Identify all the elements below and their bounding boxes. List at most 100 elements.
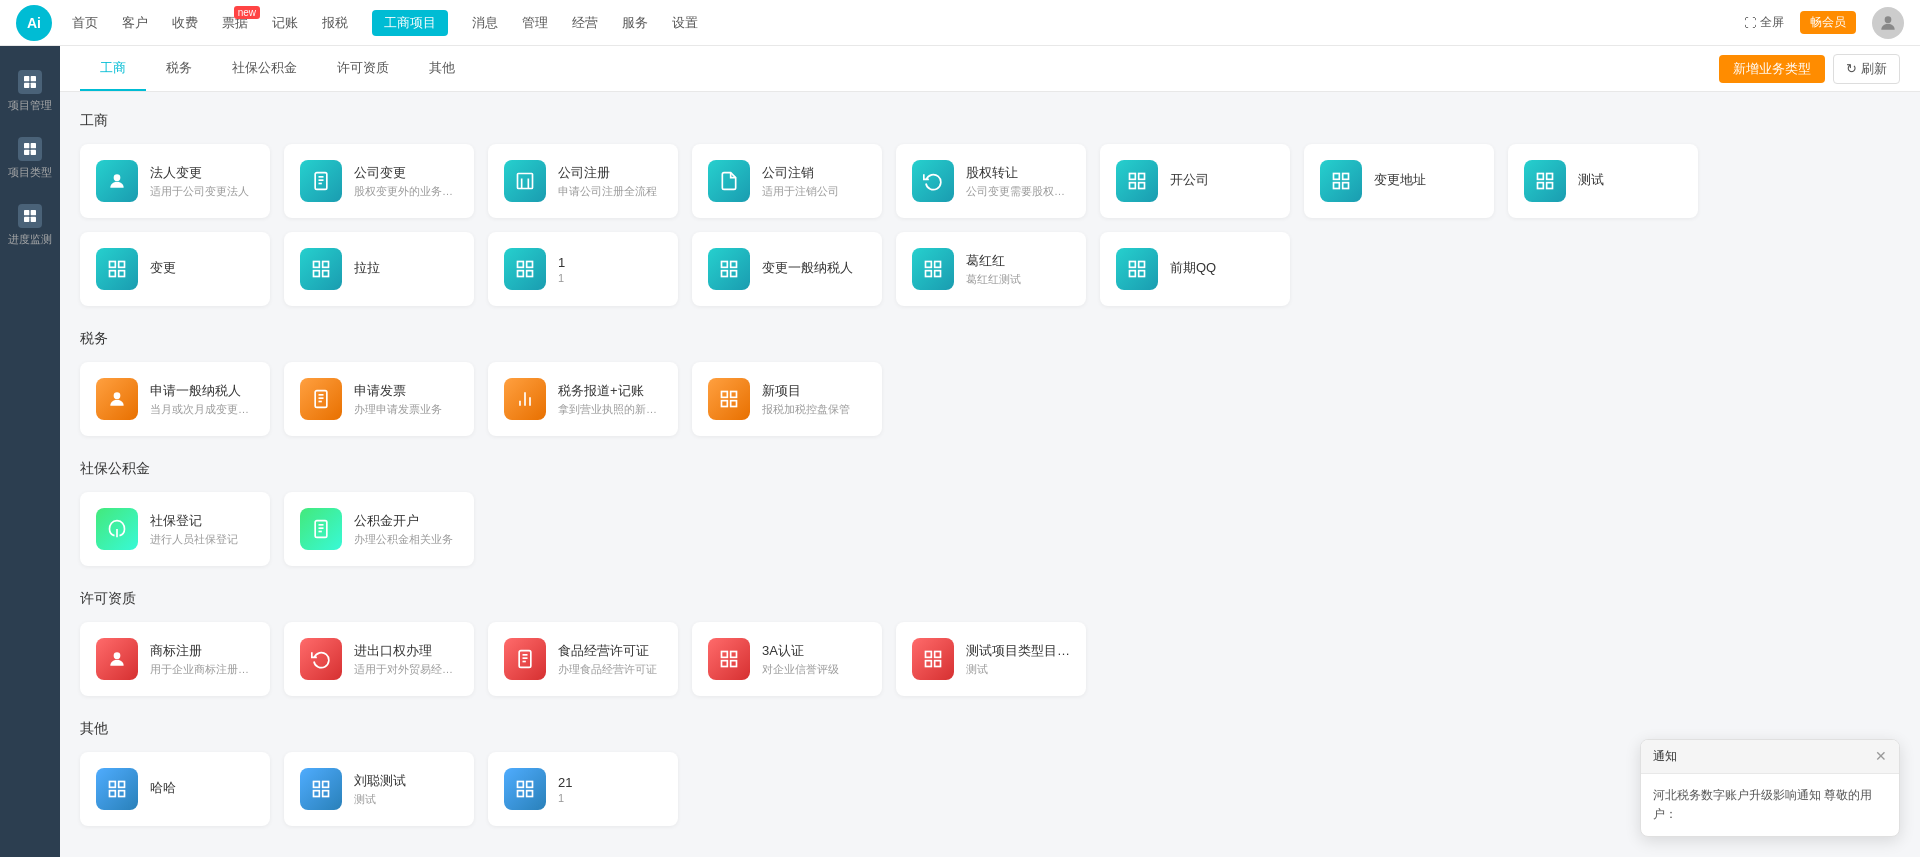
svg-rect-53 (1130, 262, 1136, 268)
fullscreen-icon: ⛶ (1744, 16, 1756, 30)
card-shebao-0[interactable]: 社保登记进行人员社保登记 (80, 492, 270, 566)
svg-rect-25 (1334, 174, 1340, 180)
card-icon-xuke-4 (912, 638, 954, 680)
card-gongshang-5[interactable]: 开公司 (1100, 144, 1290, 218)
svg-rect-68 (731, 401, 737, 407)
card-xuke-2[interactable]: 食品经营许可证办理食品经营许可证 (488, 622, 678, 696)
nav-item-客户[interactable]: 客户 (122, 14, 148, 32)
tab-1[interactable]: 税务 (146, 47, 212, 91)
chat-close-icon[interactable]: ✕ (1875, 748, 1887, 764)
nav-item-服务[interactable]: 服务 (622, 14, 648, 32)
vip-btn[interactable]: 畅会员 (1800, 11, 1856, 34)
card-info-gongshang-2: 公司注册申请公司注册全流程 (558, 164, 662, 199)
svg-rect-10 (31, 210, 36, 215)
svg-rect-8 (31, 150, 36, 155)
card-name-gongshang-8: 变更 (150, 259, 254, 277)
nav-items: 首页 客户 收费 票据new 记账 报税 工商项目 消息 管理 经营 服务 设置 (72, 10, 1744, 36)
card-icon-gongshang-5 (1116, 160, 1158, 202)
nav-item-工商项目[interactable]: 工商项目 (372, 10, 448, 36)
card-gongshang-13[interactable]: 前期QQ (1100, 232, 1290, 306)
svg-rect-4 (31, 83, 36, 88)
sidebar-item-1[interactable]: 项目类型 (3, 129, 57, 188)
card-name-xuke-3: 3A认证 (762, 642, 866, 660)
avatar[interactable] (1872, 7, 1904, 39)
card-name-shuiwu-2: 税务报道+记账 (558, 382, 662, 400)
card-xuke-0[interactable]: 商标注册用于企业商标注册服务 (80, 622, 270, 696)
card-xuke-3[interactable]: 3A认证对企业信誉评级 (692, 622, 882, 696)
nav-item-票据[interactable]: 票据new (222, 14, 248, 32)
sidebar-icon-1 (18, 137, 42, 161)
card-desc-qita-1: 测试 (354, 792, 458, 807)
svg-rect-3 (24, 83, 29, 88)
card-xuke-1[interactable]: 进出口权办理适用于对外贸易经营者 (284, 622, 474, 696)
card-gongshang-1[interactable]: 公司变更股权变更外的业务变更 (284, 144, 474, 218)
card-icon-gongshang-12 (912, 248, 954, 290)
card-shebao-1[interactable]: 公积金开户办理公积金相关业务 (284, 492, 474, 566)
card-qita-1[interactable]: 刘聪测试测试 (284, 752, 474, 826)
tab-bar: 工商税务社保公积金许可资质其他 新增业务类型 ↻ 刷新 (60, 46, 1920, 92)
card-qita-0[interactable]: 哈哈 (80, 752, 270, 826)
card-icon-shuiwu-2 (504, 378, 546, 420)
card-name-shuiwu-0: 申请一般纳税人 (150, 382, 254, 400)
card-gongshang-8[interactable]: 变更 (80, 232, 270, 306)
card-icon-gongshang-6 (1320, 160, 1362, 202)
card-shuiwu-2[interactable]: 税务报道+记账拿到营业执照的新公司 (488, 362, 678, 436)
card-icon-xuke-0 (96, 638, 138, 680)
card-name-xuke-1: 进出口权办理 (354, 642, 458, 660)
sidebar-item-0[interactable]: 项目管理 (3, 62, 57, 121)
card-info-shuiwu-3: 新项目报税加税控盘保管 (762, 382, 866, 417)
tab-4[interactable]: 其他 (409, 47, 475, 91)
card-gongshang-7[interactable]: 测试 (1508, 144, 1698, 218)
card-gongshang-11[interactable]: 变更一般纳税人 (692, 232, 882, 306)
card-shuiwu-3[interactable]: 新项目报税加税控盘保管 (692, 362, 882, 436)
svg-rect-28 (1343, 183, 1349, 189)
card-name-shuiwu-3: 新项目 (762, 382, 866, 400)
card-gongshang-9[interactable]: 拉拉 (284, 232, 474, 306)
svg-rect-35 (110, 271, 116, 277)
cards-grid-shuiwu: 申请一般纳税人当月或次月成变更完成申请发票办理申请发票业务税务报道+记账拿到营业… (80, 362, 1900, 436)
nav-item-经营[interactable]: 经营 (572, 14, 598, 32)
tab-3[interactable]: 许可资质 (317, 47, 409, 91)
sidebar-label-1: 项目类型 (8, 165, 52, 180)
section-shuiwu: 税务申请一般纳税人当月或次月成变更完成申请发票办理申请发票业务税务报道+记账拿到… (80, 330, 1900, 436)
nav-item-首页[interactable]: 首页 (72, 14, 98, 32)
card-shuiwu-0[interactable]: 申请一般纳税人当月或次月成变更完成 (80, 362, 270, 436)
tab-0[interactable]: 工商 (80, 47, 146, 91)
refresh-button[interactable]: ↻ 刷新 (1833, 54, 1900, 84)
card-gongshang-2[interactable]: 公司注册申请公司注册全流程 (488, 144, 678, 218)
card-gongshang-6[interactable]: 变更地址 (1304, 144, 1494, 218)
svg-rect-6 (31, 143, 36, 148)
card-shuiwu-1[interactable]: 申请发票办理申请发票业务 (284, 362, 474, 436)
nav-item-报税[interactable]: 报税 (322, 14, 348, 32)
svg-rect-86 (935, 661, 941, 667)
new-type-button[interactable]: 新增业务类型 (1719, 55, 1825, 83)
card-gongshang-10[interactable]: 11 (488, 232, 678, 306)
sidebar-item-2[interactable]: 进度监测 (3, 196, 57, 255)
tabs-container: 工商税务社保公积金许可资质其他 (80, 47, 475, 90)
card-gongshang-3[interactable]: 公司注销适用于注销公司 (692, 144, 882, 218)
svg-point-57 (114, 392, 121, 399)
nav-item-管理[interactable]: 管理 (522, 14, 548, 32)
card-gongshang-4[interactable]: 股权转让公司变更需要股权转让 (896, 144, 1086, 218)
svg-rect-9 (24, 210, 29, 215)
card-xuke-4[interactable]: 测试项目类型目定义测试 (896, 622, 1086, 696)
card-desc-shuiwu-2: 拿到营业执照的新公司 (558, 402, 662, 417)
card-gongshang-12[interactable]: 葛红红葛红红测试 (896, 232, 1086, 306)
nav-item-记账[interactable]: 记账 (272, 14, 298, 32)
card-qita-2[interactable]: 211 (488, 752, 678, 826)
tab-bar-actions: 新增业务类型 ↻ 刷新 (1719, 54, 1900, 84)
svg-rect-7 (24, 150, 29, 155)
card-icon-gongshang-0 (96, 160, 138, 202)
tab-2[interactable]: 社保公积金 (212, 47, 317, 91)
nav-item-消息[interactable]: 消息 (472, 14, 498, 32)
card-gongshang-0[interactable]: 法人变更适用于公司变更法人 (80, 144, 270, 218)
svg-rect-18 (518, 174, 533, 189)
fullscreen-btn[interactable]: ⛶ 全屏 (1744, 14, 1784, 31)
nav-item-设置[interactable]: 设置 (672, 14, 698, 32)
card-icon-xuke-2 (504, 638, 546, 680)
card-icon-gongshang-7 (1524, 160, 1566, 202)
card-icon-gongshang-3 (708, 160, 750, 202)
card-desc-shuiwu-1: 办理申请发票业务 (354, 402, 458, 417)
svg-rect-37 (314, 262, 320, 268)
nav-item-收费[interactable]: 收费 (172, 14, 198, 32)
